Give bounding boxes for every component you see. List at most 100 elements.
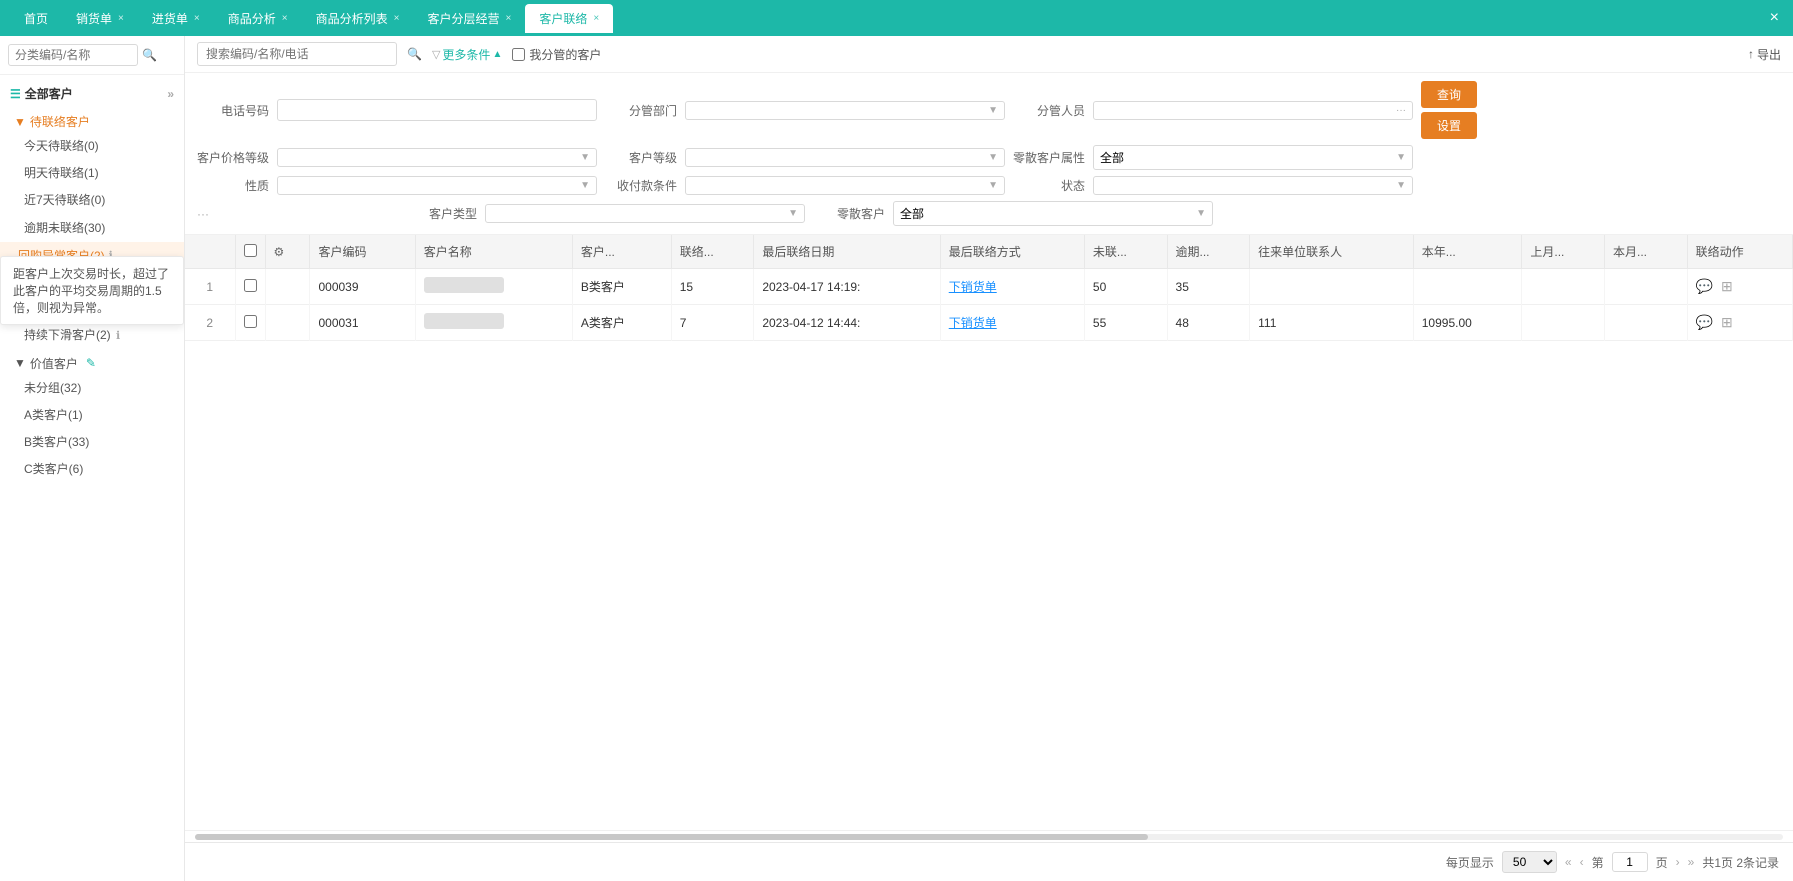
filter-select-dept[interactable]: ▼: [685, 101, 1005, 120]
filter-select-status[interactable]: ▼: [1093, 176, 1413, 195]
filter-row-3: 性质 ▼ 收付款条件 ▼ 状态: [197, 176, 1781, 195]
filter-select-customer-level[interactable]: ▼: [685, 148, 1005, 167]
select-all-checkbox[interactable]: [244, 244, 257, 257]
cell-contact-2: 7: [671, 305, 754, 341]
sidebar-item-declining[interactable]: 持续下滑客户(2) ℹ: [0, 322, 184, 350]
cell-this-month-2: [1604, 305, 1687, 341]
customer-name-blurred: [424, 277, 504, 293]
close-icon[interactable]: ×: [394, 13, 400, 24]
filter-field-ellipsis: ···: [197, 207, 397, 221]
filter-field-manager: 分管人员 ···: [1013, 101, 1413, 120]
cell-last-date-1: 2023-04-17 14:19:: [754, 269, 940, 305]
tab-product-analysis[interactable]: 商品分析 ×: [214, 4, 302, 33]
sidebar-item-today-contact[interactable]: 今天待联络(0): [0, 133, 184, 160]
cell-unit-contact-1: [1250, 269, 1414, 305]
sidebar-item-tomorrow-contact[interactable]: 明天待联络(1): [0, 160, 184, 187]
filter-search-icon[interactable]: 🔍: [407, 47, 422, 61]
cell-checkbox-1: [235, 269, 265, 305]
close-icon[interactable]: ×: [505, 13, 511, 24]
horizontal-scrollbar[interactable]: [185, 830, 1793, 842]
close-icon[interactable]: ×: [194, 13, 200, 24]
filter-select-customer-type[interactable]: ▼: [485, 204, 805, 223]
last-method-link[interactable]: 下销货单: [949, 316, 997, 330]
cell-unit-contact-2: 111: [1250, 305, 1414, 341]
scrollbar-thumb[interactable]: [195, 834, 1148, 840]
col-this-year-header: 本年...: [1413, 235, 1522, 269]
tab-home[interactable]: 首页: [10, 4, 62, 33]
filter-select-nature[interactable]: ▼: [277, 176, 597, 195]
cell-contact-1: 15: [671, 269, 754, 305]
sidebar-item-overdue-contact[interactable]: 逾期未联络(30): [0, 215, 184, 242]
row-checkbox[interactable]: [244, 279, 257, 292]
sidebar-group-value-customers[interactable]: ▼ 价值客户 ✎: [0, 350, 184, 375]
more-conditions-button[interactable]: ▽ 更多条件 ▲: [432, 46, 502, 63]
tab-purchase-order[interactable]: 进货单 ×: [138, 4, 214, 33]
export-button[interactable]: ↑ 导出: [1748, 46, 1781, 63]
filter-select-manager[interactable]: ···: [1093, 101, 1413, 120]
action-more-icon[interactable]: ⊞: [1721, 314, 1733, 331]
page-size-select[interactable]: 50 100: [1502, 851, 1557, 873]
sidebar-item-c-class[interactable]: C类客户(6): [0, 456, 184, 483]
main-layout: 🔍 ☰ 全部客户 » ▼ 待联络客户 今天待联络(0) 明天待联络(1) 近7天…: [0, 36, 1793, 881]
cell-unpaid-2: 55: [1084, 305, 1167, 341]
tab-product-analysis-list[interactable]: 商品分析列表 ×: [302, 4, 414, 33]
window-close-button[interactable]: ×: [1770, 9, 1779, 27]
sidebar-search-icon[interactable]: 🔍: [142, 48, 157, 62]
col-index: [185, 235, 235, 269]
settings-button[interactable]: 设置: [1421, 112, 1477, 139]
filter-ellipsis[interactable]: ···: [197, 207, 209, 221]
action-more-icon[interactable]: ⊞: [1721, 278, 1733, 295]
chevron-down-icon: ▲: [492, 49, 502, 60]
filter-field-payment: 收付款条件 ▼: [605, 176, 1005, 195]
action-chat-icon[interactable]: 💬: [1696, 314, 1713, 331]
filter-select-scattered-attr[interactable]: 全部 ▼: [1093, 145, 1413, 170]
page-of-label: 页: [1656, 854, 1668, 871]
action-chat-icon[interactable]: 💬: [1696, 278, 1713, 295]
page-size-label: 每页显示: [1446, 854, 1494, 871]
row-checkbox[interactable]: [244, 315, 257, 328]
tab-sales-order[interactable]: 销货单 ×: [62, 4, 138, 33]
close-icon[interactable]: ×: [282, 13, 288, 24]
chevron-down-icon: ▼: [1396, 180, 1406, 191]
last-page-button[interactable]: »: [1688, 855, 1695, 869]
filter-search-input[interactable]: [197, 42, 397, 66]
sidebar-all-customers[interactable]: ☰ 全部客户 »: [0, 79, 184, 108]
sidebar-item-b-class[interactable]: B类客户(33): [0, 429, 184, 456]
col-actions-header: 联络动作: [1687, 235, 1792, 269]
next-page-button[interactable]: ›: [1676, 855, 1680, 869]
filter-select-price-level[interactable]: ▼: [277, 148, 597, 167]
filter-input-phone[interactable]: [277, 99, 597, 121]
query-button[interactable]: 查询: [1421, 81, 1477, 108]
filter-select-scattered-customer[interactable]: 全部 ▼: [893, 201, 1213, 226]
first-page-button[interactable]: «: [1565, 855, 1572, 869]
sidebar-item-unclassified[interactable]: 未分组(32): [0, 375, 184, 402]
page-number-input[interactable]: [1612, 852, 1648, 872]
sidebar-search-area: 🔍: [0, 36, 184, 75]
table-row: 2 000031 A类客户 7 2023-04-12 14:44:: [185, 305, 1793, 341]
sidebar-collapse-icon[interactable]: »: [167, 87, 174, 101]
filter-select-payment[interactable]: ▼: [685, 176, 1005, 195]
cell-this-year-1: [1413, 269, 1522, 305]
tab-customer-contact[interactable]: 客户联络 ×: [525, 4, 613, 33]
settings-icon[interactable]: ⚙: [274, 245, 285, 259]
my-customer-checkbox[interactable]: 我分管的客户: [512, 46, 601, 63]
cell-settings-2: [265, 305, 310, 341]
col-checkbox: [235, 235, 265, 269]
last-method-link[interactable]: 下销货单: [949, 280, 997, 294]
sidebar-item-a-class[interactable]: A类客户(1): [0, 402, 184, 429]
prev-page-button[interactable]: ‹: [1580, 855, 1584, 869]
filter-label-scattered-attr: 零散客户属性: [1013, 149, 1093, 166]
sidebar-item-7days-contact[interactable]: 近7天待联络(0): [0, 187, 184, 214]
sidebar-search-input[interactable]: [8, 44, 138, 66]
sidebar-content: ☰ 全部客户 » ▼ 待联络客户 今天待联络(0) 明天待联络(1) 近7天待联…: [0, 75, 184, 881]
chevron-down-icon: ▼: [988, 152, 998, 163]
close-icon[interactable]: ×: [593, 13, 599, 24]
sidebar-group-pending-contact[interactable]: ▼ 待联络客户: [0, 108, 184, 133]
filter-label-scattered-customer: 零散客户: [813, 205, 893, 222]
tab-customer-stratification[interactable]: 客户分层经营 ×: [413, 4, 525, 33]
cell-last-month-1: [1522, 269, 1605, 305]
close-icon[interactable]: ×: [118, 13, 124, 24]
filter-field-customer-level: 客户等级 ▼: [605, 148, 1005, 167]
edit-icon[interactable]: ✎: [86, 356, 96, 370]
my-customer-check[interactable]: [512, 48, 525, 61]
